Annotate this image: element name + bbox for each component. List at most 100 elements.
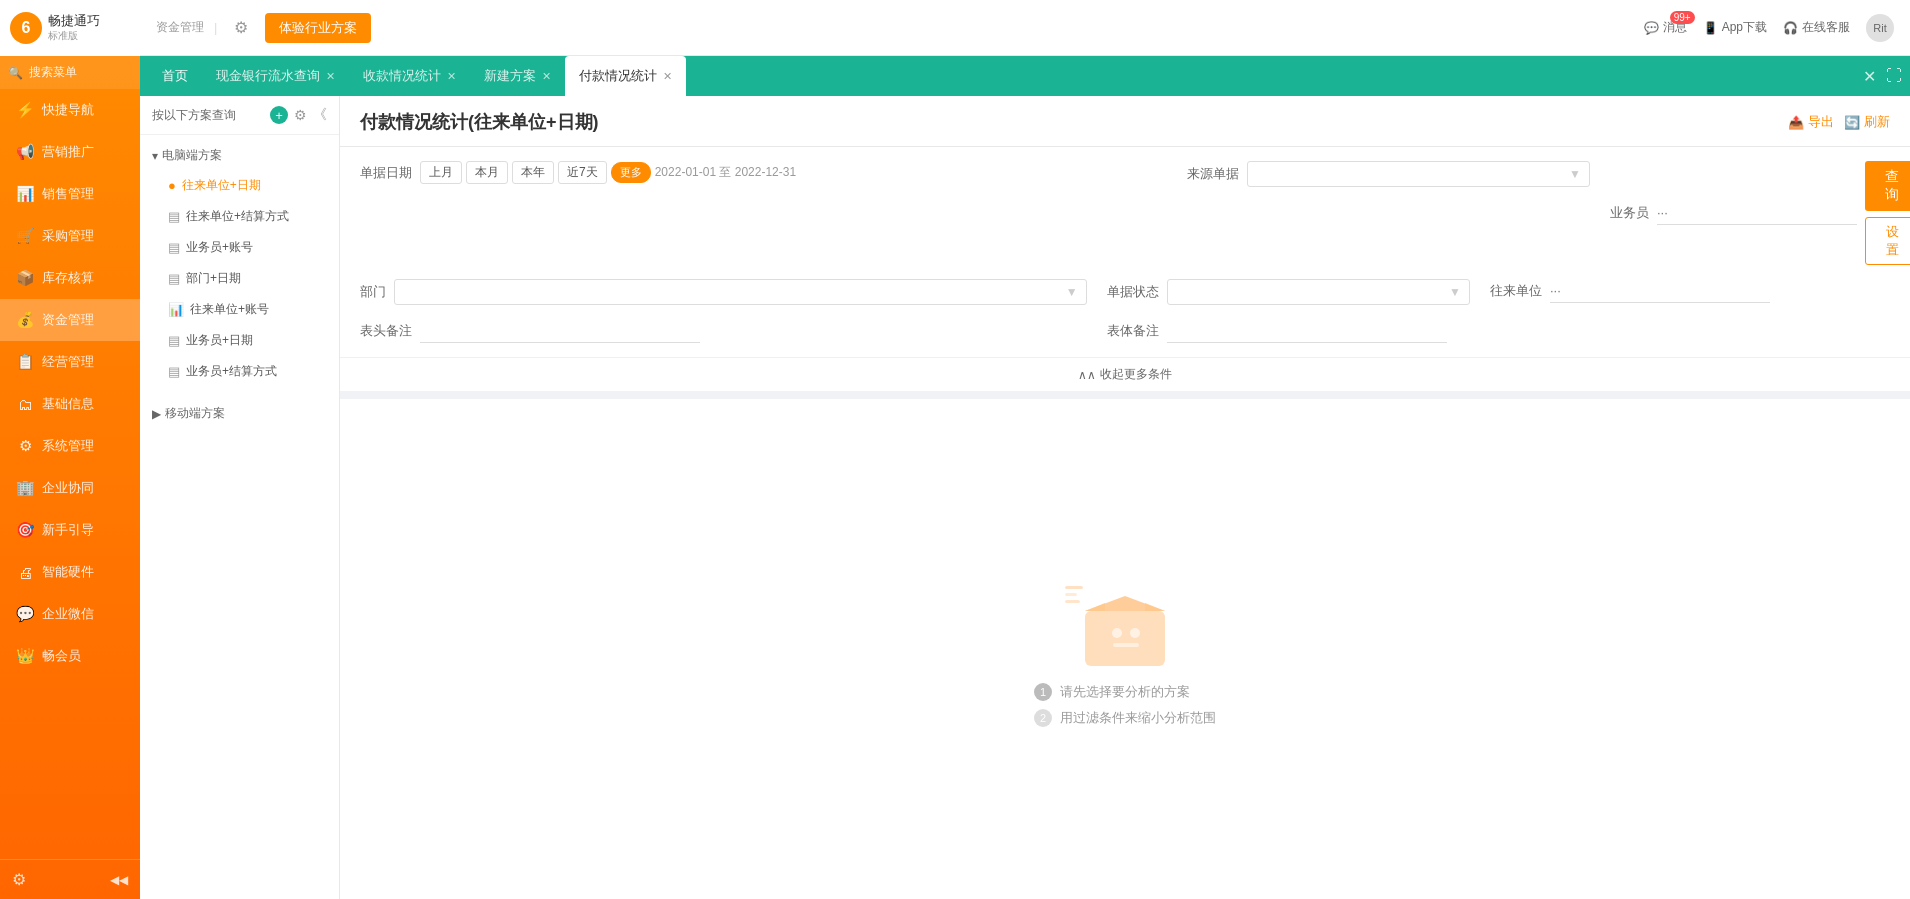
sidebar-footer: ⚙ ◀◀	[0, 859, 140, 899]
page-actions: 📤 导出 🔄 刷新	[1788, 113, 1890, 131]
scheme-item-partner-date[interactable]: ● 往来单位+日期	[140, 170, 339, 201]
export-btn[interactable]: 📤 导出	[1788, 113, 1834, 131]
refresh-icon: 🔄	[1844, 115, 1860, 130]
date-btn-group: 上月 本月 本年 近7天 更多 2022-01-01 至 2022-12-31	[420, 161, 796, 184]
logo-icon: 6	[10, 12, 42, 44]
voucher-date-label: 单据日期	[360, 164, 412, 182]
sidebar-collapse-btn[interactable]: ◀◀	[110, 873, 128, 887]
partner-input[interactable]	[1550, 279, 1770, 303]
tab-income-close[interactable]: ✕	[447, 70, 456, 83]
scheme-item-partner-account[interactable]: 📊 往来单位+账号	[140, 294, 339, 325]
date-btn-last-month[interactable]: 上月	[420, 161, 462, 184]
filter-row-1: 单据日期 上月 本月 本年 近7天 更多 2022-01-01 至 2022-1…	[360, 161, 1890, 265]
filter-area: 单据日期 上月 本月 本年 近7天 更多 2022-01-01 至 2022-1…	[340, 147, 1910, 357]
date-btn-this-month[interactable]: 本月	[466, 161, 508, 184]
dept-select[interactable]: ▼	[394, 279, 1087, 305]
page-title: 付款情况统计(往来单位+日期)	[360, 110, 599, 134]
partner-label: 往来单位	[1490, 282, 1542, 300]
voucher-status-select[interactable]: ▼	[1167, 279, 1470, 305]
tab-expand-btn[interactable]: ⛶	[1886, 67, 1902, 85]
sidebar-item-system[interactable]: ⚙ 系统管理	[0, 425, 140, 467]
sidebar-item-capital[interactable]: 💰 资金管理	[0, 299, 140, 341]
query-btn[interactable]: 查询	[1865, 161, 1910, 211]
sidebar-item-corp[interactable]: 🏢 企业协同	[0, 467, 140, 509]
sidebar-item-purchase[interactable]: 🛒 采购管理	[0, 215, 140, 257]
empty-illustration	[1065, 571, 1185, 671]
tab-bank[interactable]: 现金银行流水查询 ✕	[202, 56, 349, 96]
scheme-collapse-btn[interactable]: 《	[313, 106, 327, 124]
logo-text: 畅捷通巧 标准版	[48, 13, 100, 44]
inventory-icon: 📦	[16, 269, 34, 287]
tab-new-scheme[interactable]: 新建方案 ✕	[470, 56, 565, 96]
sidebar-item-marketing[interactable]: 📢 营销推广	[0, 131, 140, 173]
tab-payment[interactable]: 付款情况统计 ✕	[565, 56, 686, 96]
user-avatar[interactable]: Rit	[1866, 14, 1894, 42]
app-download-btn[interactable]: 📱 App下载	[1703, 19, 1767, 36]
search-menu[interactable]: 🔍 搜索菜单	[0, 56, 140, 89]
sidebar-item-hardware[interactable]: 🖨 智能硬件	[0, 551, 140, 593]
collapse-more-btn[interactable]: ∧∧ 收起更多条件	[340, 357, 1910, 391]
source-arrow-icon: ▼	[1569, 167, 1581, 181]
scheme-item-partner-settle[interactable]: ▤ 往来单位+结算方式	[140, 201, 339, 232]
svg-rect-9	[1065, 593, 1077, 596]
sidebar-item-sales[interactable]: 📊 销售管理	[0, 173, 140, 215]
sidebar-settings-btn[interactable]: ⚙	[12, 870, 26, 889]
sidebar-logo: 6 畅捷通巧 标准版	[0, 0, 140, 56]
tab-bank-close[interactable]: ✕	[326, 70, 335, 83]
notification-btn[interactable]: 💬 消息 99+	[1644, 19, 1687, 36]
desktop-section-header[interactable]: ▾ 电脑端方案	[140, 141, 339, 170]
scheme-settings-btn[interactable]: ⚙	[294, 107, 307, 123]
breadcrumb: 资金管理	[156, 19, 204, 36]
operation-icon: 📋	[16, 353, 34, 371]
query-btn-group: 查询 设置	[1865, 161, 1910, 265]
sidebar-item-inventory[interactable]: 📦 库存核算	[0, 257, 140, 299]
salesperson-input[interactable]	[1657, 201, 1857, 225]
filter-salesperson-item: 业务员 查询 设置	[1610, 161, 1890, 265]
quick-nav-icon: ⚡	[16, 101, 34, 119]
date-btn-this-year[interactable]: 本年	[512, 161, 554, 184]
sidebar-item-quick-nav[interactable]: ⚡ 快捷导航	[0, 89, 140, 131]
date-btn-7days[interactable]: 近7天	[558, 161, 607, 184]
tab-close-all-btn[interactable]: ✕	[1863, 67, 1876, 86]
mobile-section-header[interactable]: ▶ 移动端方案	[140, 399, 339, 428]
mobile-scheme-section: ▶ 移动端方案	[140, 393, 339, 434]
sidebar-item-member[interactable]: 👑 畅会员	[0, 635, 140, 677]
tab-payment-close[interactable]: ✕	[663, 70, 672, 83]
tabbar-right: ✕ ⛶	[1863, 67, 1902, 86]
empty-hint-2: 2 用过滤条件来缩小分析范围	[1034, 709, 1216, 727]
sidebar-item-wechat[interactable]: 💬 企业微信	[0, 593, 140, 635]
tab-new-scheme-close[interactable]: ✕	[542, 70, 551, 83]
filter-settings-btn[interactable]: 设置	[1865, 217, 1910, 265]
scheme-item-dept-date[interactable]: ▤ 部门+日期	[140, 263, 339, 294]
tab-income[interactable]: 收款情况统计 ✕	[349, 56, 470, 96]
header-settings-btn[interactable]: ⚙	[227, 14, 255, 42]
settings-icon: ⚙	[234, 18, 248, 37]
source-select[interactable]: ▼	[1247, 161, 1590, 187]
sidebar-item-basic[interactable]: 🗂 基础信息	[0, 383, 140, 425]
empty-hints: 1 请先选择要分析的方案 2 用过滤条件来缩小分析范围	[1034, 683, 1216, 727]
sidebar-item-guide[interactable]: 🎯 新手引导	[0, 509, 140, 551]
basic-icon: 🗂	[16, 395, 34, 413]
desktop-scheme-section: ▾ 电脑端方案 ● 往来单位+日期 ▤ 往来单位+结算方式 ▤ 业务员+账号 ▤	[140, 135, 339, 393]
notification-icon: 💬	[1644, 21, 1659, 35]
sidebar-item-operation[interactable]: 📋 经营管理	[0, 341, 140, 383]
scheme-item-staff-date[interactable]: ▤ 业务员+日期	[140, 325, 339, 356]
filter-partner-item: 往来单位	[1490, 279, 1770, 303]
header-note-input[interactable]	[420, 319, 700, 343]
scheme-item-staff-account[interactable]: ▤ 业务员+账号	[140, 232, 339, 263]
date-btn-more[interactable]: 更多	[611, 162, 651, 183]
svg-rect-1	[1093, 619, 1157, 659]
scheme-add-btn[interactable]: +	[270, 106, 288, 124]
scheme-item-staff-settle[interactable]: ▤ 业务员+结算方式	[140, 356, 339, 387]
search-icon: 🔍	[8, 66, 23, 80]
mobile-expand-icon: ▶	[152, 407, 161, 421]
right-content: 付款情况统计(往来单位+日期) 📤 导出 🔄 刷新	[340, 96, 1910, 899]
svg-rect-8	[1065, 586, 1083, 589]
trial-btn[interactable]: 体验行业方案	[265, 13, 371, 43]
header-actions: 💬 消息 99+ 📱 App下载 🎧 在线客服 Rit	[1644, 14, 1894, 42]
online-service-btn[interactable]: 🎧 在线客服	[1783, 19, 1850, 36]
tab-home[interactable]: 首页	[148, 56, 202, 96]
body-note-input[interactable]	[1167, 319, 1447, 343]
svg-rect-7	[1113, 643, 1139, 647]
refresh-btn[interactable]: 🔄 刷新	[1844, 113, 1890, 131]
